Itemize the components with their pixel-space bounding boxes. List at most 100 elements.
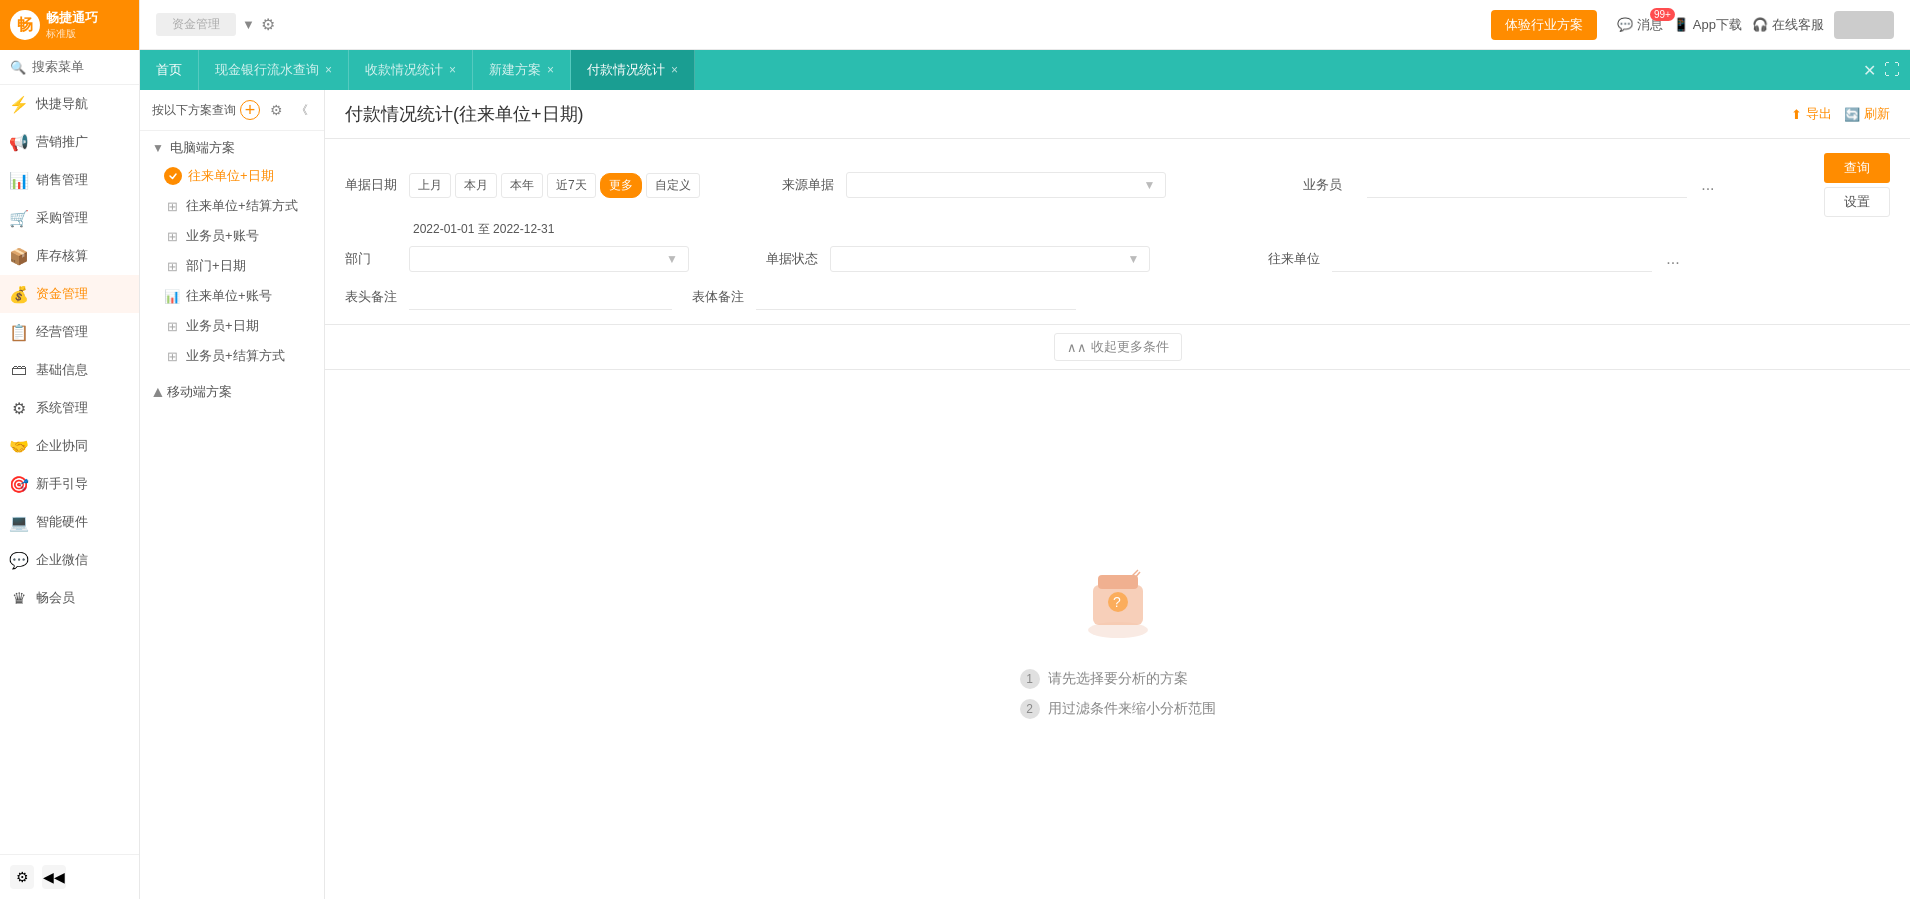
date-btn-custom[interactable]: 自定义 [646,173,700,198]
scheme-item-label-partner-settle: 往来单位+结算方式 [186,197,298,215]
sidebar-label-inventory: 库存核算 [36,247,88,265]
topbar-gear-icon[interactable]: ⚙ [261,15,275,34]
tab-payment[interactable]: 付款情况统计 × [571,50,695,90]
enterprise-icon: 🤝 [10,437,28,455]
source-dropdown-icon: ▼ [1143,178,1155,192]
trial-btn[interactable]: 体验行业方案 [1491,10,1597,40]
date-label: 单据日期 [345,176,401,194]
collapse-conditions-btn[interactable]: ∧∧ 收起更多条件 [1054,333,1182,361]
basic-icon: 🗃 [10,361,28,379]
scheme-group-pc-title[interactable]: ▼ 电脑端方案 [152,139,312,157]
export-btn[interactable]: ⬆ 导出 [1791,105,1832,123]
date-btn-more[interactable]: 更多 [600,173,642,198]
filter-body-note-field: 表体备注 [692,284,1085,310]
tab-bank-close[interactable]: × [325,63,332,77]
vip-icon: ♛ [10,589,28,607]
status-select[interactable]: ▼ [830,246,1150,272]
date-buttons: 上月 本月 本年 近7天 更多 自定义 [409,173,700,198]
scheme-group-mobile-title[interactable]: ▶ 移动端方案 [152,383,312,401]
sidebar-item-guide[interactable]: 🎯 新手引导 [0,465,139,503]
sidebar-item-quick-nav[interactable]: ⚡ 快捷导航 [0,85,139,123]
svg-text:?: ? [1113,594,1121,610]
date-btn-last-7-days[interactable]: 近7天 [547,173,596,198]
sidebar-item-enterprise[interactable]: 🤝 企业协同 [0,427,139,465]
scheme-group-pc: ▼ 电脑端方案 [140,131,324,161]
maximize-btn[interactable]: ⛶ [1884,61,1900,79]
system-icon: ⚙ [10,399,28,417]
sidebar-label-hardware: 智能硬件 [36,513,88,531]
partner-input[interactable] [1332,246,1652,272]
filter-settings-btn[interactable]: 设置 [1824,187,1890,217]
empty-illustration: ? [1068,550,1168,653]
export-icon: ⬆ [1791,107,1802,122]
sidebar-item-wechat[interactable]: 💬 企业微信 [0,541,139,579]
sidebar-item-purchase[interactable]: 🛒 采购管理 [0,199,139,237]
tab-payment-label: 付款情况统计 [587,61,665,79]
filter-row-2: 部门 ▼ 单据状态 ▼ 往来单位 [345,246,1890,272]
partner-more-btn[interactable]: ... [1666,250,1679,268]
sidebar-item-system[interactable]: ⚙ 系统管理 [0,389,139,427]
headset-icon: 🎧 [1752,17,1768,32]
topbar-app-download[interactable]: 📱 App下载 [1673,16,1742,34]
topbar-online-service[interactable]: 🎧 在线客服 [1752,16,1824,34]
scheme-item-salesman-account[interactable]: ⊞ 业务员+账号 [140,221,324,251]
body-note-input[interactable] [756,284,1076,310]
user-avatar[interactable] [1834,11,1894,39]
sidebar-label-quick-nav: 快捷导航 [36,95,88,113]
tab-collection-close[interactable]: × [449,63,456,77]
sidebar-label-sales: 销售管理 [36,171,88,189]
scheme-item-partner-settle[interactable]: ⊞ 往来单位+结算方式 [140,191,324,221]
tab-new-scheme-close[interactable]: × [547,63,554,77]
scheme-item-dept-date[interactable]: ⊞ 部门+日期 [140,251,324,281]
topbar: 资金管理 ▼ ⚙ 体验行业方案 💬 消息 99+ 📱 App下载 🎧 在线客服 [140,0,1910,50]
date-btn-this-month[interactable]: 本月 [455,173,497,198]
logo-sub: 标准版 [46,27,98,41]
company-selector[interactable]: 资金管理 [156,13,236,36]
scheme-panel: 按以下方案查询 + ⚙ 《 ▼ 电脑端方案 往来单位+日期 [140,90,325,899]
dept-dropdown-icon: ▼ [666,252,678,266]
salesman-input[interactable] [1367,172,1687,198]
sidebar-item-marketing[interactable]: 📢 营销推广 [0,123,139,161]
close-window-btn[interactable]: ✕ [1863,61,1876,80]
sidebar-item-inventory[interactable]: 📦 库存核算 [0,237,139,275]
add-scheme-btn[interactable]: + [240,100,260,120]
tab-new-scheme[interactable]: 新建方案 × [473,50,571,90]
dept-select[interactable]: ▼ [409,246,689,272]
partner-label: 往来单位 [1268,250,1324,268]
refresh-btn[interactable]: 🔄 刷新 [1844,105,1890,123]
scheme-item-salesman-date[interactable]: ⊞ 业务员+日期 [140,311,324,341]
header-note-label: 表头备注 [345,288,401,306]
tab-collection[interactable]: 收款情况统计 × [349,50,473,90]
sidebar-item-capital[interactable]: 💰 资金管理 [0,275,139,313]
topbar-chevron-down-icon[interactable]: ▼ [242,17,255,32]
settings-icon-btn[interactable]: ⚙ [10,865,34,889]
date-btn-last-month[interactable]: 上月 [409,173,451,198]
scheme-item-salesman-settle[interactable]: ⊞ 业务员+结算方式 [140,341,324,371]
sidebar-item-hardware[interactable]: 💻 智能硬件 [0,503,139,541]
topbar-messages[interactable]: 💬 消息 99+ [1617,16,1663,34]
query-buttons: 查询 设置 [1824,153,1890,217]
sidebar-item-vip[interactable]: ♛ 畅会员 [0,579,139,617]
query-btn[interactable]: 查询 [1824,153,1890,183]
tab-home[interactable]: 首页 [140,50,199,90]
sidebar-label-capital: 资金管理 [36,285,88,303]
collapse-scheme-btn[interactable]: 《 [292,100,312,120]
sidebar-item-operation[interactable]: 📋 经营管理 [0,313,139,351]
logo-name: 畅捷通巧 [46,9,98,27]
scheme-item-partner-date[interactable]: 往来单位+日期 [140,161,324,191]
scheme-setting-btn[interactable]: ⚙ [266,100,286,120]
tab-new-scheme-label: 新建方案 [489,61,541,79]
search-menu[interactable]: 🔍 搜索菜单 [0,50,139,85]
scheme-item-partner-account[interactable]: 📊 往来单位+账号 [140,281,324,311]
tab-payment-close[interactable]: × [671,63,678,77]
tab-bank[interactable]: 现金银行流水查询 × [199,50,349,90]
scheme-panel-header: 按以下方案查询 + ⚙ 《 [140,90,324,131]
header-note-input[interactable] [409,284,672,310]
salesman-more-btn[interactable]: ... [1701,176,1714,194]
sidebar-item-sales[interactable]: 📊 销售管理 [0,161,139,199]
date-btn-this-year[interactable]: 本年 [501,173,543,198]
tip-num-2: 2 [1020,699,1040,719]
sidebar-item-basic[interactable]: 🗃 基础信息 [0,351,139,389]
collapse-sidebar-btn[interactable]: ◀◀ [42,865,66,889]
source-select[interactable]: ▼ [846,172,1166,198]
